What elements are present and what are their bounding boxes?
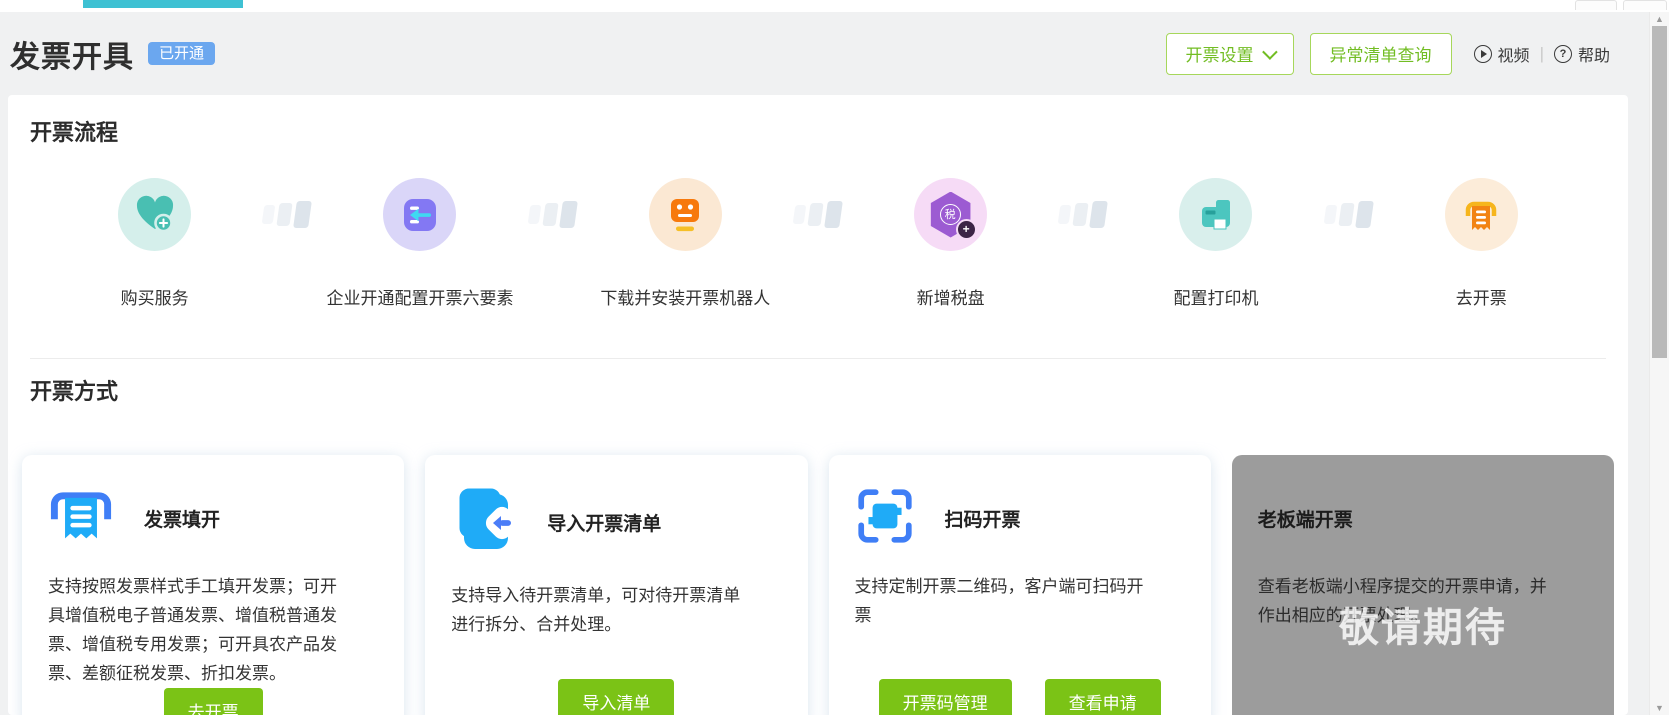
step-configure-printer[interactable]: 配置打印机 — [1083, 178, 1374, 309]
card-title: 发票填开 — [144, 509, 221, 531]
play-circle-icon — [1473, 44, 1492, 63]
card-title: 老板端开票 — [1257, 509, 1353, 531]
card-title: 扫码开票 — [944, 509, 1021, 531]
invoicing-method-cards: 发票填开 支持按照发票样式手工填开发票；可开 具增值税电子普通发票、增值税普通发… — [22, 455, 1614, 715]
step-configure-six-elements[interactable]: 企业开通配置开票六要素 — [287, 178, 578, 309]
card-head: 老板端开票 — [1258, 485, 1588, 551]
card-description: 支持定制开票二维码，客户端可扫码开 票 — [854, 577, 1144, 625]
card-description: 支持导入待开票清单，可对待开票清单 进行拆分、合并处理。 — [451, 586, 741, 634]
card-title: 导入开票清单 — [547, 514, 662, 535]
step-add-tax-disk[interactable]: 税 + 新增税盘 — [818, 178, 1109, 309]
view-applications-button[interactable]: 查看申请 — [1044, 679, 1161, 715]
card-head: 导入开票清单 — [451, 485, 781, 560]
scrollbar-thumb[interactable] — [1652, 26, 1667, 358]
top-chrome-strip — [0, 0, 1669, 12]
video-link[interactable]: 视频 — [1473, 42, 1530, 66]
scroll-down-arrow-icon[interactable]: ▼ — [1650, 701, 1669, 715]
invoice-receipt-icon — [1444, 178, 1518, 251]
robot-icon — [648, 178, 722, 251]
vertical-scrollbar[interactable]: ▲ ▼ — [1649, 12, 1669, 715]
card-invoice-fill: 发票填开 支持按照发票样式手工填开发票；可开 具增值税电子普通发票、增值税普通发… — [22, 455, 405, 715]
window-tab-stub[interactable] — [1575, 0, 1617, 10]
chevron-down-icon — [1261, 44, 1278, 60]
methods-section-title: 开票方式 — [30, 379, 119, 404]
card-buttons: 导入清单 — [451, 679, 781, 715]
main-panel: 开票流程 购买服务 企业开通配置开票六要素 下载并安装开票机器人 税 + 新增税… — [8, 95, 1628, 715]
step-label: 购买服务 — [120, 289, 189, 308]
step-label: 新增税盘 — [916, 289, 985, 308]
section-divider — [30, 358, 1606, 359]
header-links: 视频 | ? 帮助 — [1473, 42, 1610, 66]
scan-code-icon — [855, 486, 915, 551]
invoice-settings-button[interactable]: 开票设置 — [1165, 32, 1294, 75]
card-description: 查看老板端小程序提交的开票申请，并 作出相应的开票处理。 — [1257, 577, 1547, 625]
import-list-button[interactable]: 导入清单 — [558, 679, 675, 715]
page-header: 发票开具 已开通 开票设置 异常清单查询 视频 | ? 帮助 — [0, 12, 1610, 95]
card-boss-invoice: 老板端开票 查看老板端小程序提交的开票申请，并 作出相应的开票处理。 敬请期待 — [1231, 455, 1614, 715]
abnormal-list-query-button[interactable]: 异常清单查询 — [1309, 32, 1452, 75]
heart-plus-icon — [118, 178, 192, 251]
plus-badge-icon: + — [955, 218, 977, 240]
step-label: 企业开通配置开票六要素 — [326, 289, 514, 308]
step-install-robot[interactable]: 下载并安装开票机器人 — [553, 178, 843, 309]
step-label: 下载并安装开票机器人 — [600, 289, 771, 308]
card-buttons: 去开票 — [48, 688, 378, 715]
step-go-invoice[interactable]: 去开票 — [1349, 178, 1614, 309]
step-label: 配置打印机 — [1173, 289, 1259, 308]
import-config-icon — [383, 178, 457, 251]
process-section-title: 开票流程 — [30, 120, 119, 145]
invoice-fill-icon — [48, 485, 114, 552]
card-buttons: 开票码管理 查看申请 — [855, 679, 1185, 715]
status-badge: 已开通 — [148, 42, 216, 65]
page-title: 发票开具 — [10, 40, 134, 74]
video-label: 视频 — [1497, 47, 1530, 65]
card-description: 支持按照发票样式手工填开发票；可开 具增值税电子普通发票、增值税普通发 票、增值… — [48, 577, 337, 683]
invoice-settings-label: 开票设置 — [1185, 46, 1254, 65]
scroll-up-arrow-icon[interactable]: ▲ — [1650, 12, 1669, 26]
window-tab-stub[interactable] — [1623, 0, 1667, 10]
tax-glyph: 税 — [939, 203, 961, 225]
invoicing-process-steps: 购买服务 企业开通配置开票六要素 下载并安装开票机器人 税 + 新增税盘 配置打… — [22, 178, 1614, 309]
active-tab-indicator[interactable] — [83, 0, 243, 8]
invoice-code-manage-button[interactable]: 开票码管理 — [878, 679, 1012, 715]
tax-disk-add-icon: 税 + — [914, 178, 988, 251]
import-list-icon — [451, 485, 519, 560]
help-link[interactable]: ? 帮助 — [1553, 42, 1610, 66]
help-label: 帮助 — [1577, 47, 1610, 65]
card-head: 发票填开 — [48, 485, 378, 551]
separator: | — [1539, 43, 1544, 63]
go-invoice-button[interactable]: 去开票 — [163, 688, 263, 715]
step-label: 去开票 — [1455, 289, 1507, 308]
printer-icon — [1179, 178, 1253, 251]
step-buy-service[interactable]: 购买服务 — [22, 178, 313, 309]
card-import-list: 导入开票清单 支持导入待开票清单，可对待开票清单 进行拆分、合并处理。 导入清单 — [425, 455, 808, 715]
abnormal-list-query-label: 异常清单查询 — [1329, 46, 1432, 65]
question-circle-icon: ? — [1553, 44, 1572, 63]
card-scan-invoice: 扫码开票 支持定制开票二维码，客户端可扫码开 票 开票码管理 查看申请 — [828, 455, 1211, 715]
card-head: 扫码开票 — [855, 485, 1185, 551]
